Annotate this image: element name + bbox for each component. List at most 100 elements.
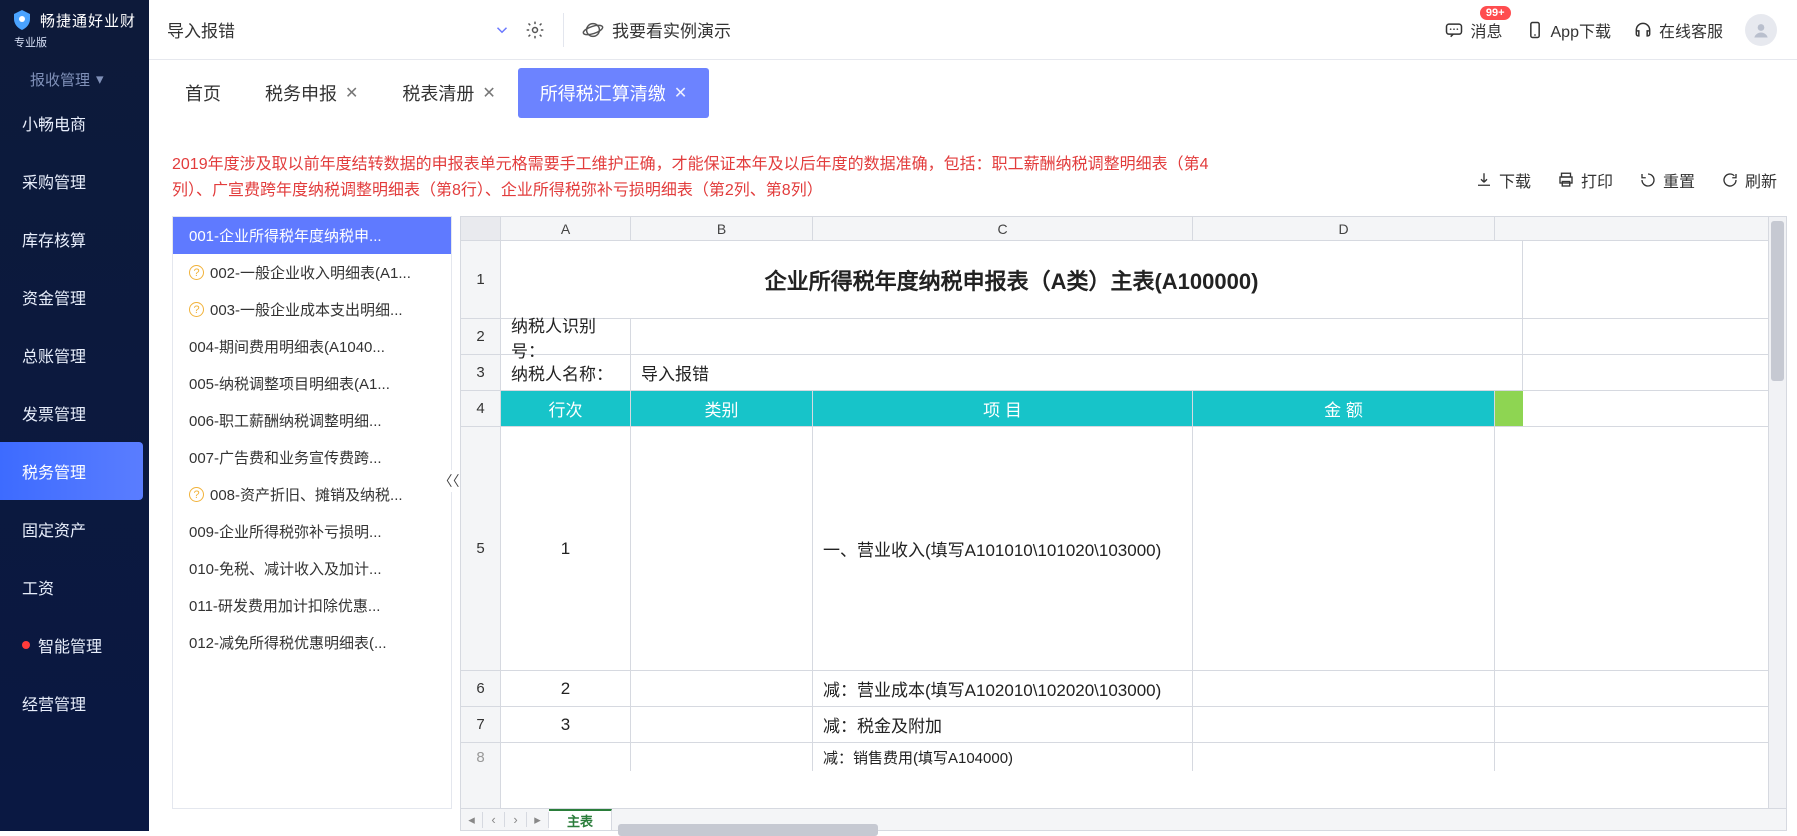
tree-item-007[interactable]: 007-广告费和业务宣传费跨...	[173, 439, 451, 476]
avatar[interactable]	[1745, 14, 1777, 46]
tab-tax-filing[interactable]: 税务申报✕	[243, 68, 380, 118]
col-header[interactable]: C	[813, 217, 1193, 240]
vertical-scrollbar[interactable]	[1768, 217, 1786, 808]
nav-item-invoice[interactable]: 发票管理	[0, 384, 149, 442]
cell[interactable]	[1193, 671, 1495, 706]
sheet-nav-last[interactable]: ▸	[527, 812, 549, 828]
nav-item-ecom[interactable]: 小畅电商	[0, 94, 149, 152]
scrollbar-thumb[interactable]	[618, 824, 878, 836]
tree-item-004[interactable]: 004-期间费用明细表(A1040...	[173, 328, 451, 365]
tree-item-010[interactable]: 010-免税、减计收入及加计...	[173, 550, 451, 587]
nav-item-assets[interactable]: 固定资产	[0, 500, 149, 558]
doc-tabs: 首页 税务申报✕ 税表清册✕ 所得税汇算清缴✕	[149, 60, 1797, 126]
cell[interactable]: 2	[501, 671, 631, 706]
cell[interactable]	[1495, 743, 1523, 771]
collapse-tree-button[interactable]: 〈〈	[440, 470, 458, 492]
cell[interactable]: 减：销售费用(填写A104000)	[813, 743, 1193, 771]
cell[interactable]	[1495, 427, 1523, 670]
cell[interactable]: 减：营业成本(填写A102010\102020\103000)	[813, 671, 1193, 706]
col-header[interactable]	[1495, 217, 1523, 240]
sheet-tab-main[interactable]: 主表	[549, 809, 612, 830]
nav-item-funds[interactable]: 资金管理	[0, 268, 149, 326]
reset-icon	[1639, 171, 1657, 189]
scrollbar-thumb[interactable]	[1771, 221, 1784, 381]
cell[interactable]: 1	[501, 427, 631, 670]
nav-item-purchase[interactable]: 采购管理	[0, 152, 149, 210]
cell[interactable]	[631, 427, 813, 670]
cell[interactable]	[1193, 427, 1495, 670]
tree-item-009[interactable]: 009-企业所得税弥补亏损明...	[173, 513, 451, 550]
tab-home[interactable]: 首页	[163, 68, 243, 118]
row-header[interactable]: 7	[461, 707, 500, 743]
tree-item-005[interactable]: 005-纳税调整项目明细表(A1...	[173, 365, 451, 402]
search-text: 导入报错	[167, 17, 235, 42]
sheet-corner[interactable]	[461, 217, 500, 241]
hdr-item: 项 目	[813, 391, 1193, 426]
row-header[interactable]: 6	[461, 671, 500, 707]
taxpayer-id-value[interactable]	[631, 319, 1523, 354]
tree-item-011[interactable]: 011-研发费用加计扣除优惠...	[173, 587, 451, 624]
sheet-nav-prev[interactable]: ‹	[483, 812, 505, 827]
taxpayer-name-value[interactable]: 导入报错	[631, 355, 1523, 390]
sidebar: 畅捷通好业财 专业版 报收管理▾ 小畅电商 采购管理 库存核算 资金管理 总账管…	[0, 0, 149, 831]
messages-button[interactable]: 消息 99+	[1444, 18, 1502, 42]
col-header[interactable]: D	[1193, 217, 1495, 240]
cell[interactable]	[1193, 743, 1495, 771]
cell[interactable]: 3	[501, 707, 631, 742]
app-download-button[interactable]: App下载	[1525, 18, 1611, 42]
divider	[563, 13, 564, 47]
cell[interactable]	[631, 707, 813, 742]
nav-item-baoshou[interactable]: 报收管理▾	[0, 64, 149, 94]
cell[interactable]	[631, 743, 813, 771]
tree-item-003[interactable]: ?003-一般企业成本支出明细...	[173, 291, 451, 328]
row-header[interactable]: 4	[461, 391, 500, 427]
topbar: 导入报错 我要看实例演示 消息 99+ App下载 在线客服	[149, 0, 1797, 60]
sheet-nav-next[interactable]: ›	[505, 812, 527, 827]
cell[interactable]	[1495, 671, 1523, 706]
nav-item-tax[interactable]: 税务管理	[0, 442, 143, 500]
chevron-down-icon	[493, 21, 511, 39]
nav-item-smart[interactable]: 智能管理	[0, 616, 149, 674]
gear-icon[interactable]	[525, 20, 545, 40]
col-header[interactable]: A	[501, 217, 631, 240]
tree-item-006[interactable]: 006-职工薪酬纳税调整明细...	[173, 402, 451, 439]
nav-item-inventory[interactable]: 库存核算	[0, 210, 149, 268]
tree-item-002[interactable]: ?002-一般企业收入明细表(A1...	[173, 254, 451, 291]
tab-tax-list[interactable]: 税表清册✕	[380, 68, 517, 118]
close-icon[interactable]: ✕	[674, 83, 687, 103]
cell[interactable]	[1193, 707, 1495, 742]
nav-item-salary[interactable]: 工资	[0, 558, 149, 616]
nav-item-ops[interactable]: 经营管理	[0, 674, 149, 732]
sheet-tabs: ◂ ‹ › ▸ 主表	[460, 809, 1787, 831]
table-row: 1 一、营业收入(填写A101010\101020\103000)	[501, 427, 1768, 671]
col-header[interactable]: B	[631, 217, 813, 240]
row-header[interactable]: 5	[461, 427, 500, 671]
hdr-row-num: 行次	[501, 391, 631, 426]
close-icon[interactable]: ✕	[482, 83, 495, 103]
tree-item-012[interactable]: 012-减免所得税优惠明细表(...	[173, 624, 451, 661]
cell[interactable]	[1495, 707, 1523, 742]
row-header[interactable]: 2	[461, 319, 500, 355]
tab-income-tax-settle[interactable]: 所得税汇算清缴✕	[518, 68, 709, 118]
print-button[interactable]: 打印	[1557, 168, 1613, 192]
question-icon: ?	[189, 302, 204, 317]
reset-button[interactable]: 重置	[1639, 168, 1695, 192]
cell[interactable]	[501, 743, 631, 771]
support-button[interactable]: 在线客服	[1633, 18, 1723, 42]
cell[interactable]	[631, 671, 813, 706]
download-button[interactable]: 下载	[1475, 168, 1531, 192]
demo-link[interactable]: 我要看实例演示	[582, 17, 731, 42]
row-header[interactable]: 1	[461, 241, 500, 319]
cell[interactable]: 减：税金及附加	[813, 707, 1193, 742]
tree-item-001[interactable]: 001-企业所得税年度纳税申...	[173, 217, 451, 254]
tree-item-008[interactable]: ?008-资产折旧、摊销及纳税...	[173, 476, 451, 513]
sheet-nav-first[interactable]: ◂	[461, 812, 483, 828]
cell[interactable]: 一、营业收入(填写A101010\101020\103000)	[813, 427, 1193, 670]
edition-label: 专业版	[0, 34, 149, 56]
nav-item-ledger[interactable]: 总账管理	[0, 326, 149, 384]
row-header[interactable]: 8	[461, 743, 500, 771]
row-header[interactable]: 3	[461, 355, 500, 391]
refresh-button[interactable]: 刷新	[1721, 168, 1777, 192]
close-icon[interactable]: ✕	[345, 83, 358, 103]
search-input[interactable]: 导入报错	[165, 13, 513, 47]
